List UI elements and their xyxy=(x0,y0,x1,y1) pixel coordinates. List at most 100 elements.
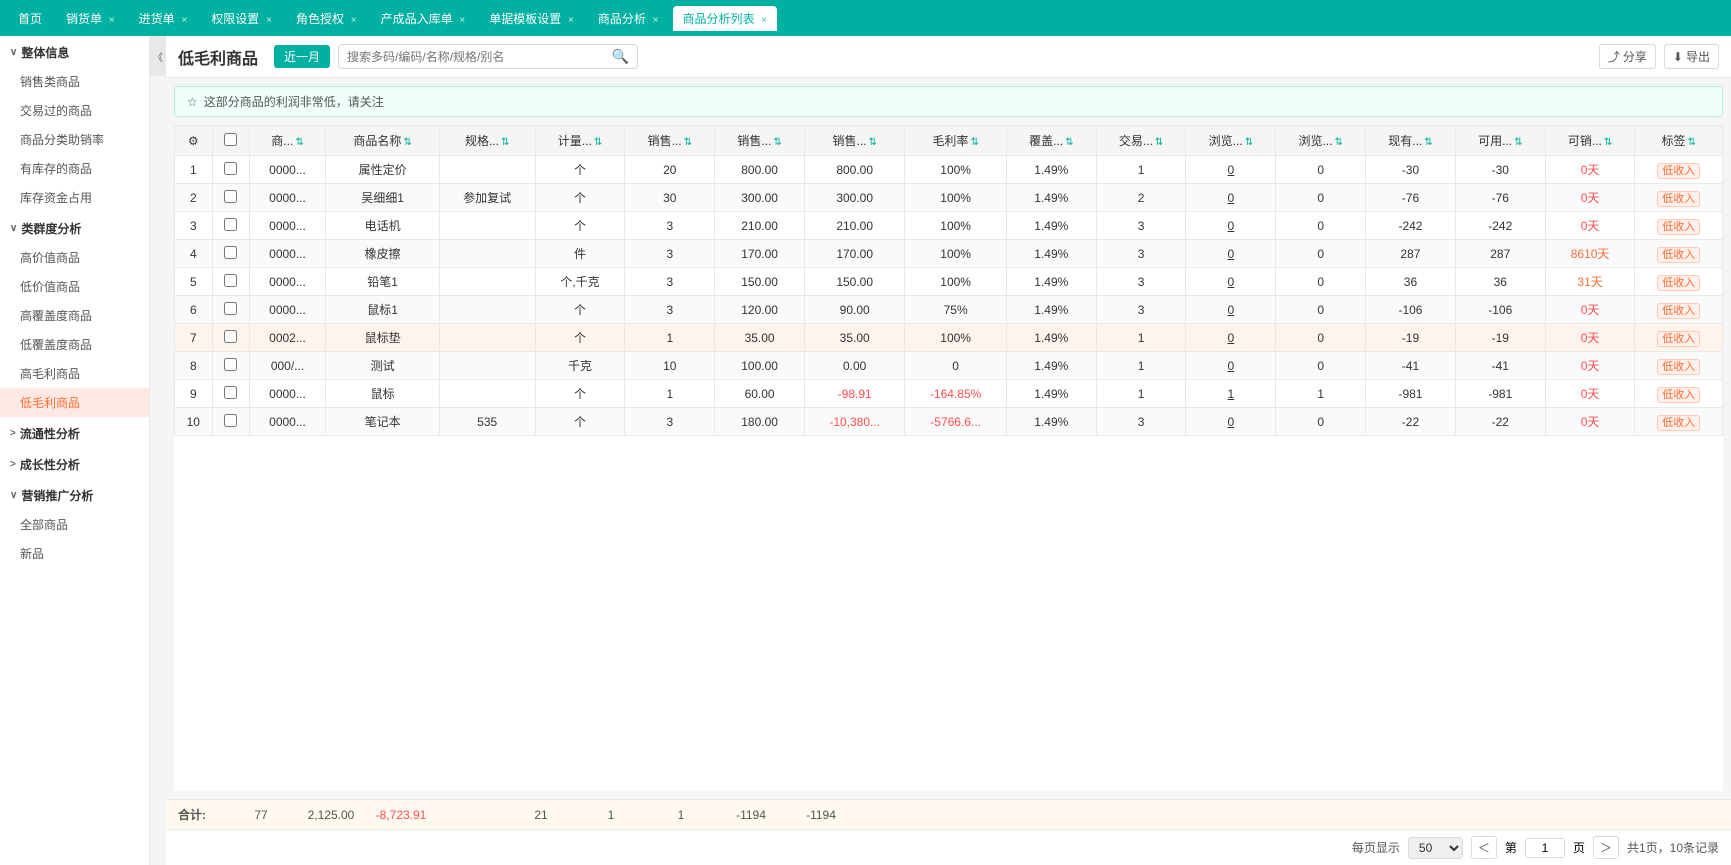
col-header-code[interactable]: 商...⇅ xyxy=(249,126,326,156)
prev-page-button[interactable]: ＜ xyxy=(1471,836,1497,859)
next-page-button[interactable]: ＞ xyxy=(1593,836,1619,859)
search-icon[interactable]: 🔍 xyxy=(612,48,629,65)
search-input[interactable] xyxy=(347,50,612,64)
row-checkbox[interactable] xyxy=(224,414,237,427)
sidebar-item-交易过的商品[interactable]: 交易过的商品 xyxy=(0,96,149,125)
sidebar-group-流通性分析[interactable]: >流通性分析 xyxy=(0,417,149,448)
sidebar-item-低毛利商品[interactable]: 低毛利商品 xyxy=(0,388,149,417)
col-header-saleable[interactable]: 可销...⇅ xyxy=(1545,126,1635,156)
col-header-available[interactable]: 可用...⇅ xyxy=(1455,126,1545,156)
nav-item-销货单[interactable]: 销货单 × xyxy=(56,6,125,31)
select-all-checkbox[interactable] xyxy=(224,133,237,146)
nav-item-单据模板设置[interactable]: 单据模板设置 × xyxy=(479,6,584,31)
page-size-select[interactable]: 50 100 200 xyxy=(1408,837,1463,859)
row-checkbox[interactable] xyxy=(224,386,237,399)
nav-item-首页[interactable]: 首页 xyxy=(8,6,52,31)
cell-checkbox-row4[interactable] xyxy=(212,240,249,268)
nav-close-icon[interactable]: × xyxy=(457,15,466,26)
row-checkbox[interactable] xyxy=(224,330,237,343)
sidebar-item-库存资金占用[interactable]: 库存资金占用 xyxy=(0,183,149,212)
col-header-settings[interactable]: ⚙ xyxy=(175,126,213,156)
sidebar-item-商品分类助销率[interactable]: 商品分类助销率 xyxy=(0,125,149,154)
sort-icon-sales_price[interactable]: ⇅ xyxy=(773,137,781,148)
col-header-unit[interactable]: 计量...⇅ xyxy=(535,126,625,156)
col-header-name[interactable]: 商品名称⇅ xyxy=(326,126,439,156)
sidebar-item-销售类商品[interactable]: 销售类商品 xyxy=(0,67,149,96)
sort-icon-current[interactable]: ⇅ xyxy=(1424,137,1432,148)
col-header-sales_price[interactable]: 销售...⇅ xyxy=(715,126,805,156)
nav-close-icon[interactable]: × xyxy=(106,15,115,26)
col-header-tag[interactable]: 标签⇅ xyxy=(1635,126,1723,156)
sidebar-item-高覆盖度商品[interactable]: 高覆盖度商品 xyxy=(0,301,149,330)
row-checkbox[interactable] xyxy=(224,190,237,203)
sidebar-group-营销推广分析[interactable]: ∨营销推广分析 xyxy=(0,479,149,510)
sort-icon-saleable[interactable]: ⇅ xyxy=(1604,137,1612,148)
sort-icon-browse1[interactable]: ⇅ xyxy=(1245,137,1253,148)
page-number-input[interactable] xyxy=(1525,838,1565,858)
nav-close-icon[interactable]: × xyxy=(650,15,659,26)
nav-item-角色授权[interactable]: 角色授权 × xyxy=(286,6,367,31)
sort-icon-unit[interactable]: ⇅ xyxy=(594,137,602,148)
row-checkbox[interactable] xyxy=(224,274,237,287)
nav-close-icon[interactable]: × xyxy=(263,15,272,26)
sort-icon-trade[interactable]: ⇅ xyxy=(1155,137,1163,148)
sort-icon-browse2[interactable]: ⇅ xyxy=(1334,137,1342,148)
nav-item-商品分析[interactable]: 商品分析 × xyxy=(588,6,669,31)
sort-icon-cover_rate[interactable]: ⇅ xyxy=(1065,137,1073,148)
nav-close-icon[interactable]: × xyxy=(759,15,768,26)
sort-icon-spec[interactable]: ⇅ xyxy=(501,137,509,148)
cell-checkbox-row8[interactable] xyxy=(212,352,249,380)
sidebar-item-高毛利商品[interactable]: 高毛利商品 xyxy=(0,359,149,388)
sidebar-group-类群度分析[interactable]: ∨类群度分析 xyxy=(0,212,149,243)
sidebar-item-高价值商品[interactable]: 高价值商品 xyxy=(0,243,149,272)
cell-checkbox-row1[interactable] xyxy=(212,156,249,184)
sidebar-item-全部商品[interactable]: 全部商品 xyxy=(0,510,149,539)
sort-icon-code[interactable]: ⇅ xyxy=(295,137,303,148)
sidebar-group-成长性分析[interactable]: >成长性分析 xyxy=(0,448,149,479)
col-header-checkbox[interactable] xyxy=(212,126,249,156)
cell-checkbox-row5[interactable] xyxy=(212,268,249,296)
cell-checkbox-row2[interactable] xyxy=(212,184,249,212)
sort-icon-name[interactable]: ⇅ xyxy=(403,137,411,148)
col-header-cover_rate[interactable]: 覆盖...⇅ xyxy=(1006,126,1096,156)
cell-checkbox-row10[interactable] xyxy=(212,408,249,436)
col-header-browse2[interactable]: 浏览...⇅ xyxy=(1276,126,1366,156)
col-header-sales_profit[interactable]: 销售...⇅ xyxy=(805,126,905,156)
nav-item-进货单[interactable]: 进货单 × xyxy=(129,6,198,31)
col-header-sales_qty[interactable]: 销售...⇅ xyxy=(625,126,715,156)
nav-close-icon[interactable]: × xyxy=(179,15,188,26)
nav-item-权限设置[interactable]: 权限设置 × xyxy=(201,6,282,31)
sidebar-collapse-button[interactable]: 《 xyxy=(150,36,166,76)
col-header-trade[interactable]: 交易...⇅ xyxy=(1096,126,1186,156)
cell-checkbox-row3[interactable] xyxy=(212,212,249,240)
sidebar-item-新品[interactable]: 新品 xyxy=(0,539,149,568)
sidebar-item-低价值商品[interactable]: 低价值商品 xyxy=(0,272,149,301)
row-checkbox[interactable] xyxy=(224,358,237,371)
sort-icon-tag[interactable]: ⇅ xyxy=(1688,137,1696,148)
nav-item-商品分析列表[interactable]: 商品分析列表 × xyxy=(673,6,778,31)
nav-close-icon[interactable]: × xyxy=(348,15,357,26)
row-checkbox[interactable] xyxy=(224,246,237,259)
time-filter-button[interactable]: 近一月 xyxy=(274,45,330,68)
nav-item-产成品入库单[interactable]: 产成品入库单 × xyxy=(371,6,476,31)
cell-checkbox-row7[interactable] xyxy=(212,324,249,352)
sidebar-group-整体信息[interactable]: ∨整体信息 xyxy=(0,36,149,67)
col-header-current[interactable]: 现有...⇅ xyxy=(1366,126,1456,156)
cell-checkbox-row9[interactable] xyxy=(212,380,249,408)
sidebar-item-有库存的商品[interactable]: 有库存的商品 xyxy=(0,154,149,183)
cell-checkbox-row6[interactable] xyxy=(212,296,249,324)
sort-icon-sales_qty[interactable]: ⇅ xyxy=(684,137,692,148)
sort-icon-sales_profit[interactable]: ⇅ xyxy=(869,137,877,148)
col-header-spec[interactable]: 规格...⇅ xyxy=(439,126,535,156)
share-button[interactable]: ⤴ 分享 xyxy=(1599,44,1656,69)
sort-icon-available[interactable]: ⇅ xyxy=(1514,137,1522,148)
sort-icon-gross_rate[interactable]: ⇅ xyxy=(970,137,978,148)
nav-close-icon[interactable]: × xyxy=(565,15,574,26)
export-button[interactable]: ⬇ 导出 xyxy=(1664,44,1719,69)
col-header-gross_rate[interactable]: 毛利率⇅ xyxy=(905,126,1007,156)
row-checkbox[interactable] xyxy=(224,218,237,231)
col-header-browse1[interactable]: 浏览...⇅ xyxy=(1186,126,1276,156)
sidebar-item-低覆盖度商品[interactable]: 低覆盖度商品 xyxy=(0,330,149,359)
row-checkbox[interactable] xyxy=(224,302,237,315)
row-checkbox[interactable] xyxy=(224,162,237,175)
